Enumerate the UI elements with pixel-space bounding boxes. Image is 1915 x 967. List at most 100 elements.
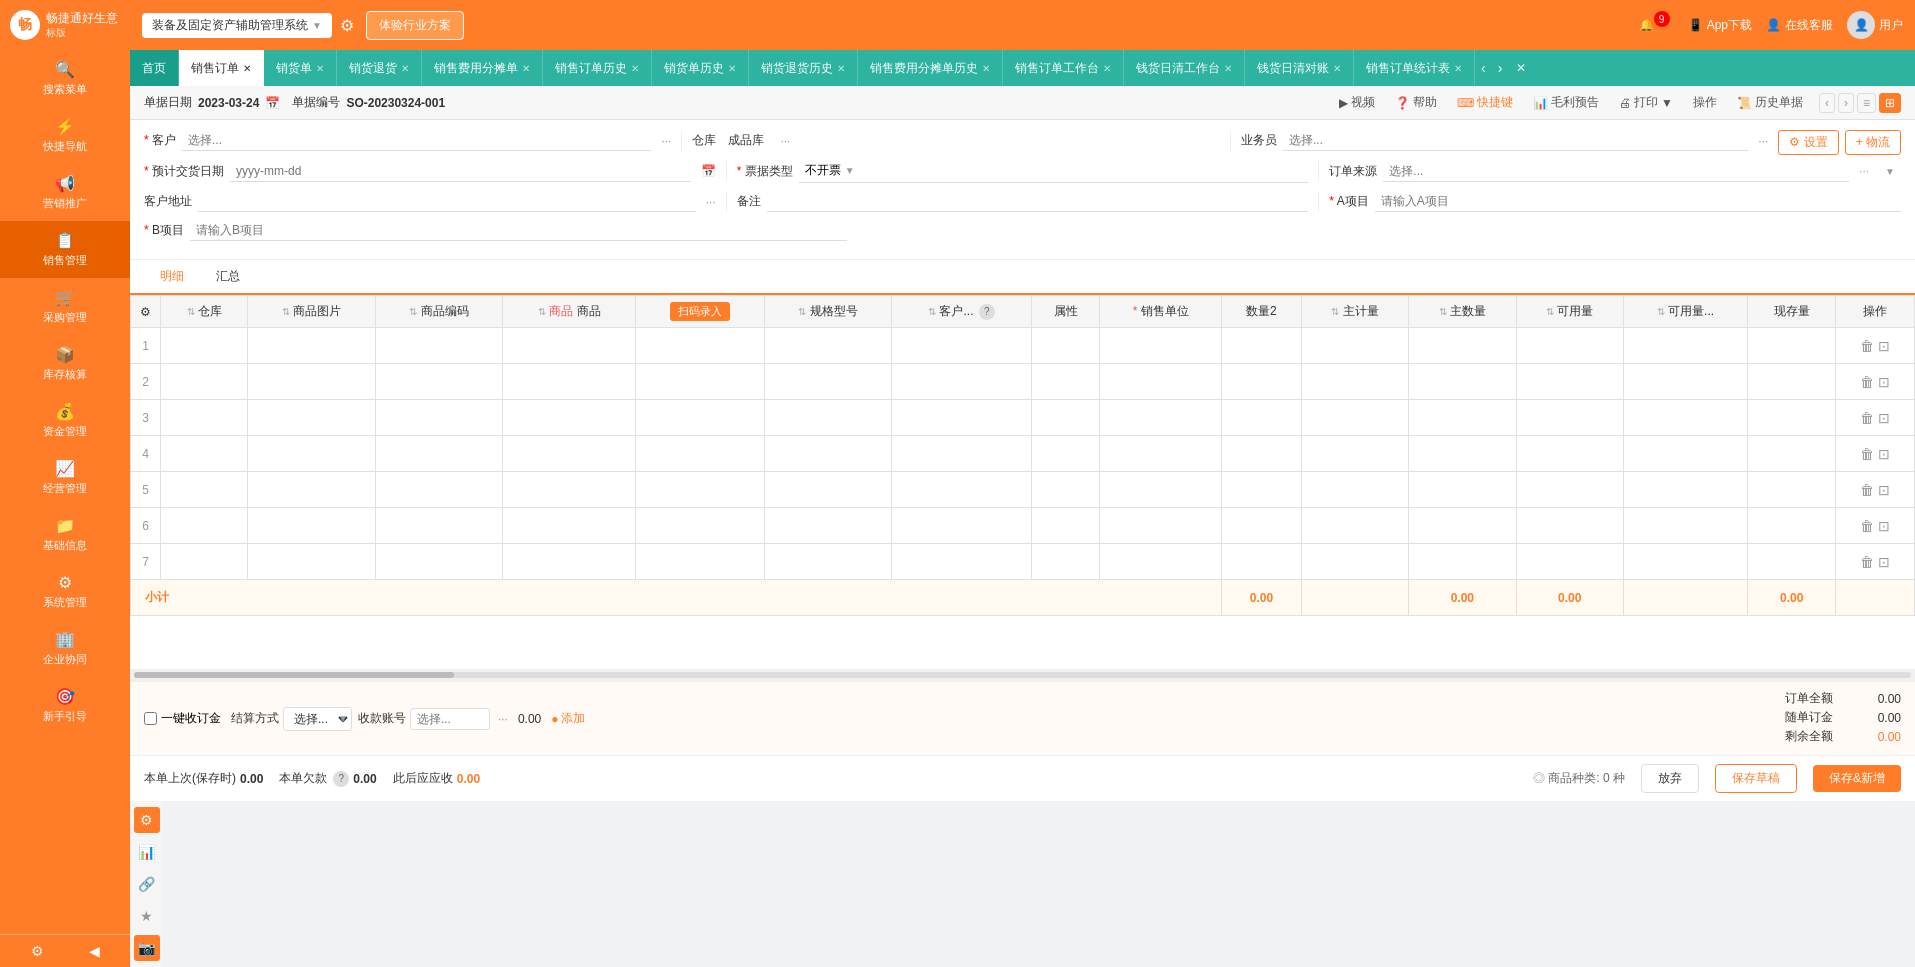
online-support-action[interactable]: 👤 在线客服	[1766, 17, 1833, 34]
sidebar-item-system[interactable]: ⚙ 系统管理	[0, 563, 130, 620]
sort-icon7[interactable]: ⇅	[1331, 306, 1339, 317]
sort-icon[interactable]: ⇅	[187, 306, 195, 317]
address-more-icon[interactable]: ···	[706, 195, 716, 209]
delivery-input[interactable]	[230, 161, 691, 182]
one-click-label[interactable]: 一键收订金	[144, 710, 221, 727]
right-panel-star-icon[interactable]: ★	[134, 903, 160, 929]
one-click-checkbox[interactable]	[144, 712, 157, 725]
col-settings[interactable]: ⚙	[131, 296, 161, 328]
tab-invoice-history[interactable]: 销货单历史 ✕	[652, 50, 749, 86]
delivery-calendar-icon[interactable]: 📅	[701, 164, 716, 178]
order-source-dropdown[interactable]: ▼	[1879, 163, 1901, 180]
collapse-icon[interactable]: ◀	[89, 943, 100, 959]
solution-button[interactable]: 体验行业方案	[366, 11, 464, 40]
tab-close-icon[interactable]: ✕	[728, 63, 736, 74]
scan-button[interactable]: 扫码录入	[670, 302, 730, 321]
add-material-btn[interactable]: + 物流	[1845, 130, 1901, 155]
add-payment-btn[interactable]: ● 添加	[551, 710, 584, 727]
right-panel-link-icon[interactable]: 🔗	[134, 871, 160, 897]
tab-close-icon[interactable]: ✕	[837, 63, 845, 74]
sidebar-item-marketing[interactable]: 📢 营销推广	[0, 164, 130, 221]
row-delete-icon[interactable]: 🗑	[1860, 518, 1874, 534]
toolbar-prev-icon[interactable]: ‹	[1819, 93, 1835, 113]
b-project-input[interactable]	[190, 220, 847, 241]
row-copy-icon[interactable]: ⊡	[1878, 518, 1890, 534]
sidebar-item-search[interactable]: 🔍 搜索菜单	[0, 50, 130, 107]
warehouse-more-icon[interactable]: ···	[780, 134, 790, 148]
sort-icon10[interactable]: ⇅	[1657, 306, 1665, 317]
row-delete-icon[interactable]: 🗑	[1860, 410, 1874, 426]
sort-icon2[interactable]: ⇅	[282, 306, 290, 317]
sidebar-item-purchase[interactable]: 🛒 采购管理	[0, 278, 130, 335]
sidebar-item-guide[interactable]: 🎯 新手引导	[0, 677, 130, 734]
print-dropdown-icon[interactable]: ▼	[1661, 96, 1673, 110]
sort-icon9[interactable]: ⇅	[1546, 306, 1554, 317]
col-info-icon[interactable]: ?	[979, 304, 995, 320]
preview-btn[interactable]: ▶ 视频	[1335, 92, 1379, 113]
order-source-more-icon[interactable]: ···	[1859, 164, 1869, 178]
row-copy-icon[interactable]: ⊡	[1878, 482, 1890, 498]
toolbar-next-icon[interactable]: ›	[1838, 93, 1854, 113]
tab-daily-reconcile[interactable]: 钱货日清对账 ✕	[1245, 50, 1354, 86]
tab-close-icon[interactable]: ✕	[631, 63, 639, 74]
shortcut-btn[interactable]: ⌨ 快捷键	[1453, 92, 1517, 113]
tab-close-icon[interactable]: ✕	[316, 63, 324, 74]
print-btn[interactable]: 🖨 打印 ▼	[1615, 92, 1677, 113]
right-panel-scan-icon[interactable]: 📷	[134, 935, 160, 961]
row-delete-icon[interactable]: 🗑	[1860, 338, 1874, 354]
tab-order-workbench[interactable]: 销售订单工作台 ✕	[1003, 50, 1124, 86]
product-types-icon[interactable]: ◎	[1533, 771, 1545, 785]
sidebar-item-inventory[interactable]: 📦 库存核算	[0, 335, 130, 392]
tab-return-history[interactable]: 销货退货历史 ✕	[749, 50, 858, 86]
row-copy-icon[interactable]: ⊡	[1878, 410, 1890, 426]
row-copy-icon[interactable]: ⊡	[1878, 338, 1890, 354]
sidebar-item-capital[interactable]: 💰 资金管理	[0, 392, 130, 449]
save-draft-button[interactable]: 保存草稿	[1715, 764, 1797, 793]
right-panel-settings-icon[interactable]: ⚙	[134, 807, 160, 833]
scroll-thumb[interactable]	[134, 672, 454, 678]
sidebar-item-enterprise[interactable]: 🏢 企业协同	[0, 620, 130, 677]
sidebar-item-operations[interactable]: 📈 经营管理	[0, 449, 130, 506]
tab-close-all[interactable]: ✕	[1508, 50, 1534, 86]
calendar-icon[interactable]: 📅	[265, 96, 280, 110]
tab-sales-expense[interactable]: 销售费用分摊单 ✕	[422, 50, 543, 86]
settings-btn[interactable]: ⚙ 设置	[1778, 130, 1838, 155]
save-new-button[interactable]: 保存&新增	[1813, 765, 1901, 792]
account-more-icon[interactable]: ···	[498, 712, 508, 726]
customer-input[interactable]	[182, 130, 651, 151]
tab-close-icon[interactable]: ✕	[1103, 63, 1111, 74]
tab-close-icon[interactable]: ✕	[1224, 63, 1232, 74]
tab-sales-order-history[interactable]: 销售订单历史 ✕	[543, 50, 652, 86]
tab-close-icon[interactable]: ✕	[1454, 63, 1462, 74]
discard-button[interactable]: 放弃	[1641, 764, 1699, 793]
tab-close-icon[interactable]: ✕	[243, 63, 251, 74]
operation-btn[interactable]: 操作	[1689, 92, 1721, 113]
row-delete-icon[interactable]: 🗑	[1860, 446, 1874, 462]
history-btn[interactable]: 📜 历史单据	[1733, 92, 1807, 113]
tab-daily-workbench[interactable]: 钱货日清工作台 ✕	[1124, 50, 1245, 86]
sidebar-item-quick-nav[interactable]: ⚡ 快捷导航	[0, 107, 130, 164]
tab-close-icon[interactable]: ✕	[1333, 63, 1341, 74]
horizontal-scrollbar[interactable]	[130, 669, 1915, 681]
tab-sales-invoice[interactable]: 销货单 ✕	[264, 50, 337, 86]
debit-info-icon[interactable]: ?	[333, 771, 349, 787]
tab-home[interactable]: 首页	[130, 50, 179, 86]
system-title[interactable]: 装备及固定资产辅助管理系统 ▼	[142, 13, 332, 38]
address-input[interactable]	[198, 191, 696, 212]
row-copy-icon[interactable]: ⊡	[1878, 554, 1890, 570]
tab-close-icon[interactable]: ✕	[522, 63, 530, 74]
tab-close-icon[interactable]: ✕	[982, 63, 990, 74]
user-profile[interactable]: 👤 用户	[1847, 11, 1903, 39]
account-input[interactable]	[410, 708, 490, 730]
sort-icon5[interactable]: ⇅	[798, 306, 806, 317]
sort-icon4[interactable]: ⇅	[538, 306, 546, 317]
row-delete-icon[interactable]: 🗑	[1860, 554, 1874, 570]
settings-bottom-icon[interactable]: ⚙	[31, 943, 44, 959]
topbar-gear-icon[interactable]: ⚙	[340, 16, 354, 35]
order-source-input[interactable]	[1383, 161, 1849, 182]
tab-prev-arrow[interactable]: ‹	[1475, 50, 1492, 86]
a-project-input[interactable]	[1375, 191, 1901, 212]
tab-expense-history[interactable]: 销售费用分摊单历史 ✕	[858, 50, 1003, 86]
tab-detail[interactable]: 明细	[144, 260, 200, 295]
tab-next-arrow[interactable]: ›	[1492, 50, 1509, 86]
